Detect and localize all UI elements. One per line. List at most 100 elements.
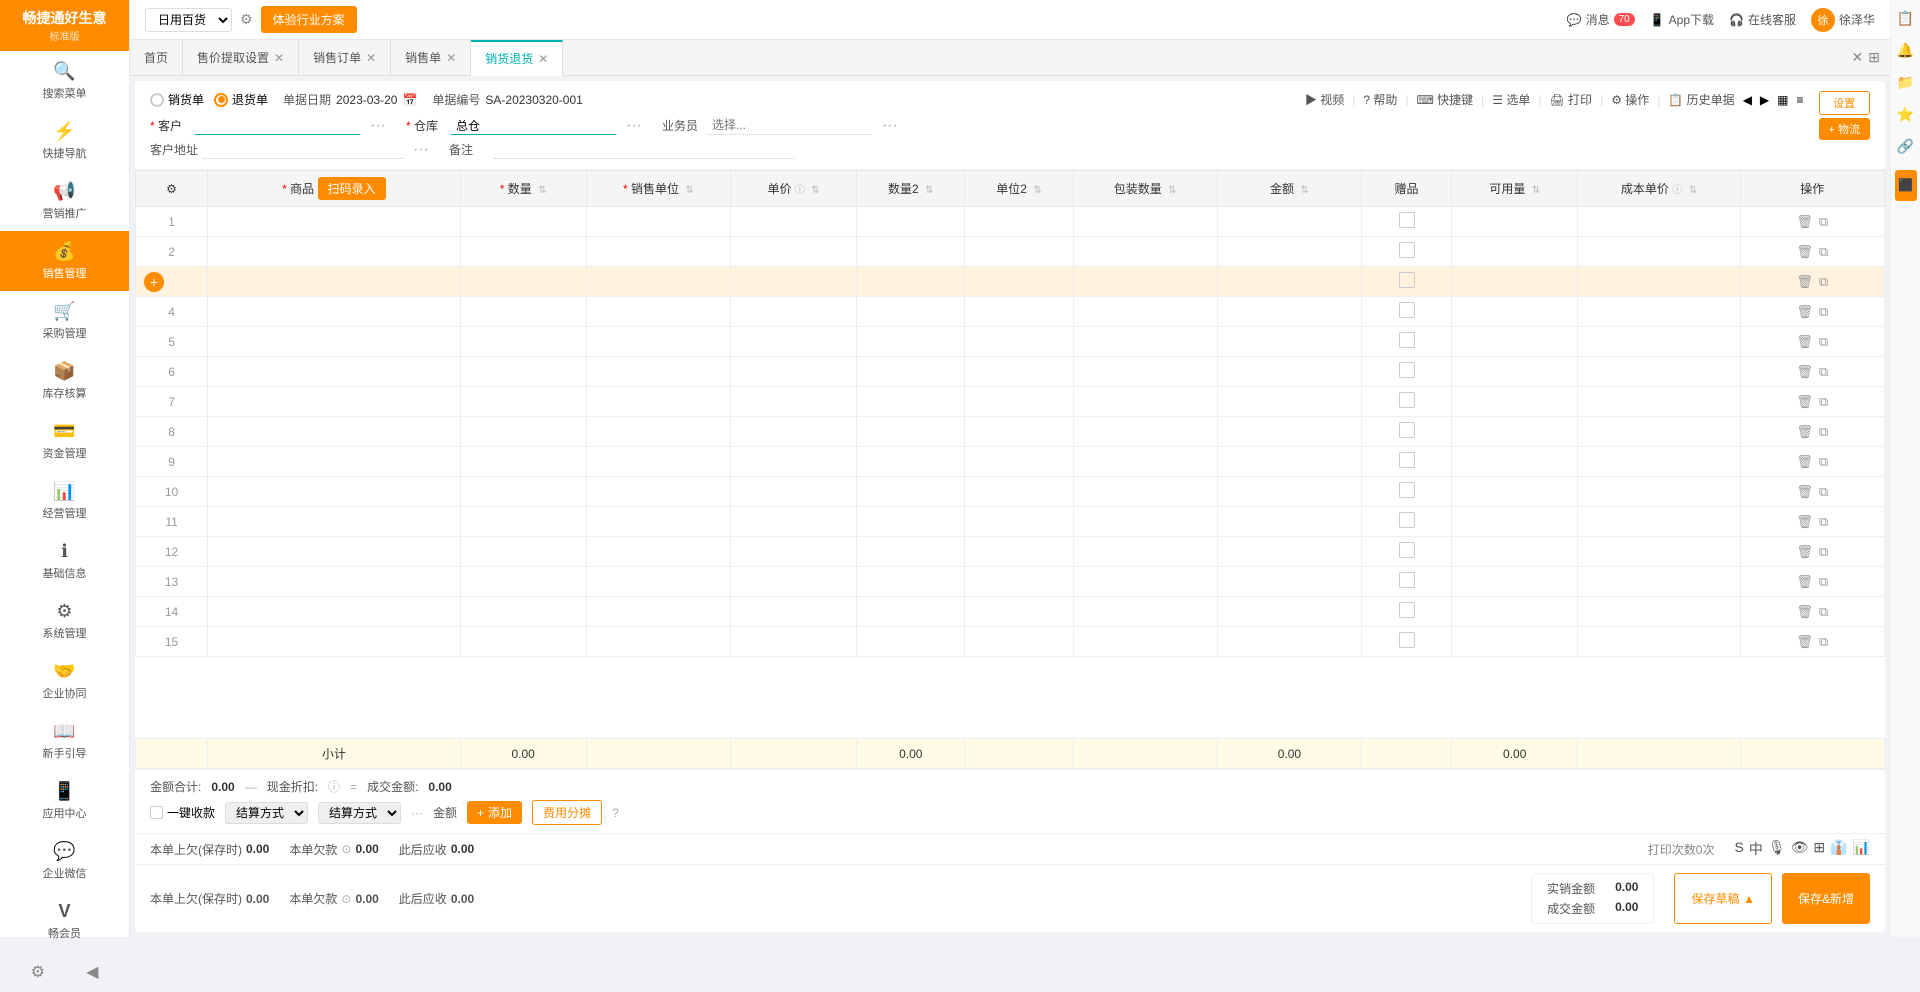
- sort-icon[interactable]: ⇅: [1033, 185, 1041, 196]
- pkg-cell[interactable]: [1073, 597, 1217, 627]
- cost-cell[interactable]: [1578, 417, 1740, 447]
- unit2-cell[interactable]: [965, 567, 1073, 597]
- gift-checkbox[interactable]: [1399, 422, 1415, 438]
- right-panel-icon-5[interactable]: 🔗: [1897, 138, 1914, 155]
- qty2-cell[interactable]: [857, 597, 965, 627]
- avail-cell[interactable]: [1452, 447, 1578, 477]
- gift-checkbox[interactable]: [1399, 362, 1415, 378]
- user-item[interactable]: 徐 徐泽华: [1811, 8, 1875, 32]
- delete-icon[interactable]: 🗑: [1796, 214, 1813, 230]
- gift-cell[interactable]: [1361, 567, 1451, 597]
- delete-icon[interactable]: 🗑: [1796, 364, 1813, 380]
- product-cell[interactable]: [208, 417, 460, 447]
- qty2-cell[interactable]: [857, 327, 965, 357]
- gift-checkbox[interactable]: [1399, 602, 1415, 618]
- gift-checkbox[interactable]: [1399, 452, 1415, 468]
- price-cell[interactable]: [730, 387, 856, 417]
- cost-cell[interactable]: [1578, 327, 1740, 357]
- delete-icon[interactable]: 🗑: [1796, 544, 1813, 560]
- copy-icon[interactable]: ⧉: [1819, 604, 1828, 620]
- grid-view-icon[interactable]: ▦: [1777, 93, 1788, 107]
- history-action[interactable]: 📋 历史单据: [1668, 91, 1734, 108]
- sidebar-settings-icon[interactable]: ⚙: [31, 962, 45, 982]
- qty2-cell[interactable]: [857, 387, 965, 417]
- avail-cell[interactable]: [1452, 357, 1578, 387]
- right-panel-orange-btn[interactable]: ⬛: [1895, 170, 1917, 201]
- cost-cell[interactable]: [1578, 537, 1740, 567]
- unit2-cell[interactable]: [965, 447, 1073, 477]
- amount-cell[interactable]: [1217, 447, 1361, 477]
- qty2-cell[interactable]: [857, 537, 965, 567]
- delete-icon[interactable]: 🗑: [1796, 424, 1813, 440]
- unit-cell[interactable]: [586, 627, 730, 657]
- gift-cell[interactable]: [1361, 507, 1451, 537]
- unit2-cell[interactable]: [965, 267, 1073, 297]
- gift-cell[interactable]: [1361, 237, 1451, 267]
- price-cell[interactable]: [730, 417, 856, 447]
- unit-cell[interactable]: [586, 477, 730, 507]
- salesman-dots[interactable]: ···: [882, 117, 898, 135]
- avail-cell[interactable]: [1452, 237, 1578, 267]
- sort-icon[interactable]: ⇅: [1168, 185, 1176, 196]
- product-cell[interactable]: [208, 297, 460, 327]
- address-input[interactable]: [203, 140, 403, 159]
- tab-return[interactable]: 销货退货 ✕: [471, 40, 563, 76]
- pkg-cell[interactable]: [1073, 447, 1217, 477]
- sort-icon[interactable]: ⇅: [811, 185, 819, 196]
- qty-cell[interactable]: [460, 237, 586, 267]
- amount-cell[interactable]: [1217, 327, 1361, 357]
- tab-price-setting[interactable]: 售价提取设置 ✕: [183, 40, 299, 76]
- avail-cell[interactable]: [1452, 597, 1578, 627]
- qty-cell[interactable]: [460, 357, 586, 387]
- warehouse-dots[interactable]: ···: [626, 117, 642, 135]
- qty-cell[interactable]: [460, 417, 586, 447]
- copy-icon[interactable]: ⧉: [1819, 484, 1828, 500]
- sidebar-item-basic[interactable]: ℹ 基础信息: [0, 531, 129, 591]
- select-action[interactable]: ☰ 选单: [1492, 91, 1530, 108]
- cost-cell[interactable]: [1578, 267, 1740, 297]
- cost-cell[interactable]: [1578, 387, 1740, 417]
- notification-item[interactable]: 💬 消息 70: [1567, 11, 1635, 28]
- video-action[interactable]: ▶ 视频: [1305, 91, 1344, 108]
- cost-cell[interactable]: [1578, 237, 1740, 267]
- sidebar-item-apps[interactable]: 📱 应用中心: [0, 771, 129, 831]
- amount-cell[interactable]: [1217, 537, 1361, 567]
- online-service-item[interactable]: 🎧 在线客服: [1729, 11, 1796, 28]
- pkg-cell[interactable]: [1073, 387, 1217, 417]
- app-download-item[interactable]: 📱 App下载: [1650, 11, 1714, 28]
- delete-icon[interactable]: 🗑: [1796, 604, 1813, 620]
- gift-cell[interactable]: [1361, 297, 1451, 327]
- qty2-cell[interactable]: [857, 267, 965, 297]
- product-cell[interactable]: [208, 267, 460, 297]
- unit-cell[interactable]: [586, 267, 730, 297]
- qty2-cell[interactable]: [857, 297, 965, 327]
- cost-cell[interactable]: [1578, 477, 1740, 507]
- cost-cell[interactable]: [1578, 297, 1740, 327]
- settlement-select[interactable]: 结算方式: [225, 802, 308, 824]
- qty-cell[interactable]: [460, 537, 586, 567]
- cost-cell[interactable]: [1578, 507, 1740, 537]
- qty-cell[interactable]: [460, 327, 586, 357]
- qty2-cell[interactable]: [857, 447, 965, 477]
- qty-cell[interactable]: [460, 597, 586, 627]
- save-draft-btn[interactable]: 保存草稿 ▲: [1674, 873, 1772, 924]
- logistics-btn[interactable]: + 物流: [1819, 118, 1870, 140]
- one-key-pay-label[interactable]: 一键收款: [150, 804, 215, 821]
- copy-icon[interactable]: ⧉: [1819, 544, 1828, 560]
- sidebar-item-purchase[interactable]: 🛒 采购管理: [0, 291, 129, 351]
- sidebar-item-wechat[interactable]: 💬 企业微信: [0, 831, 129, 891]
- s-icon[interactable]: S: [1734, 839, 1743, 859]
- right-panel-icon-1[interactable]: 📋: [1897, 10, 1914, 27]
- price-cell[interactable]: [730, 267, 856, 297]
- unit-cell[interactable]: [586, 297, 730, 327]
- nav-next-icon[interactable]: ▶: [1760, 93, 1769, 107]
- calendar-icon[interactable]: 📅: [402, 93, 417, 107]
- sort-icon[interactable]: ⇅: [925, 185, 933, 196]
- price-cell[interactable]: [730, 237, 856, 267]
- copy-icon[interactable]: ⧉: [1819, 424, 1828, 440]
- amount-cell[interactable]: [1217, 207, 1361, 237]
- sidebar-item-search[interactable]: 🔍 搜索菜单: [0, 51, 129, 111]
- help-icon[interactable]: ?: [612, 806, 619, 820]
- pkg-cell[interactable]: [1073, 237, 1217, 267]
- unit-cell[interactable]: [586, 537, 730, 567]
